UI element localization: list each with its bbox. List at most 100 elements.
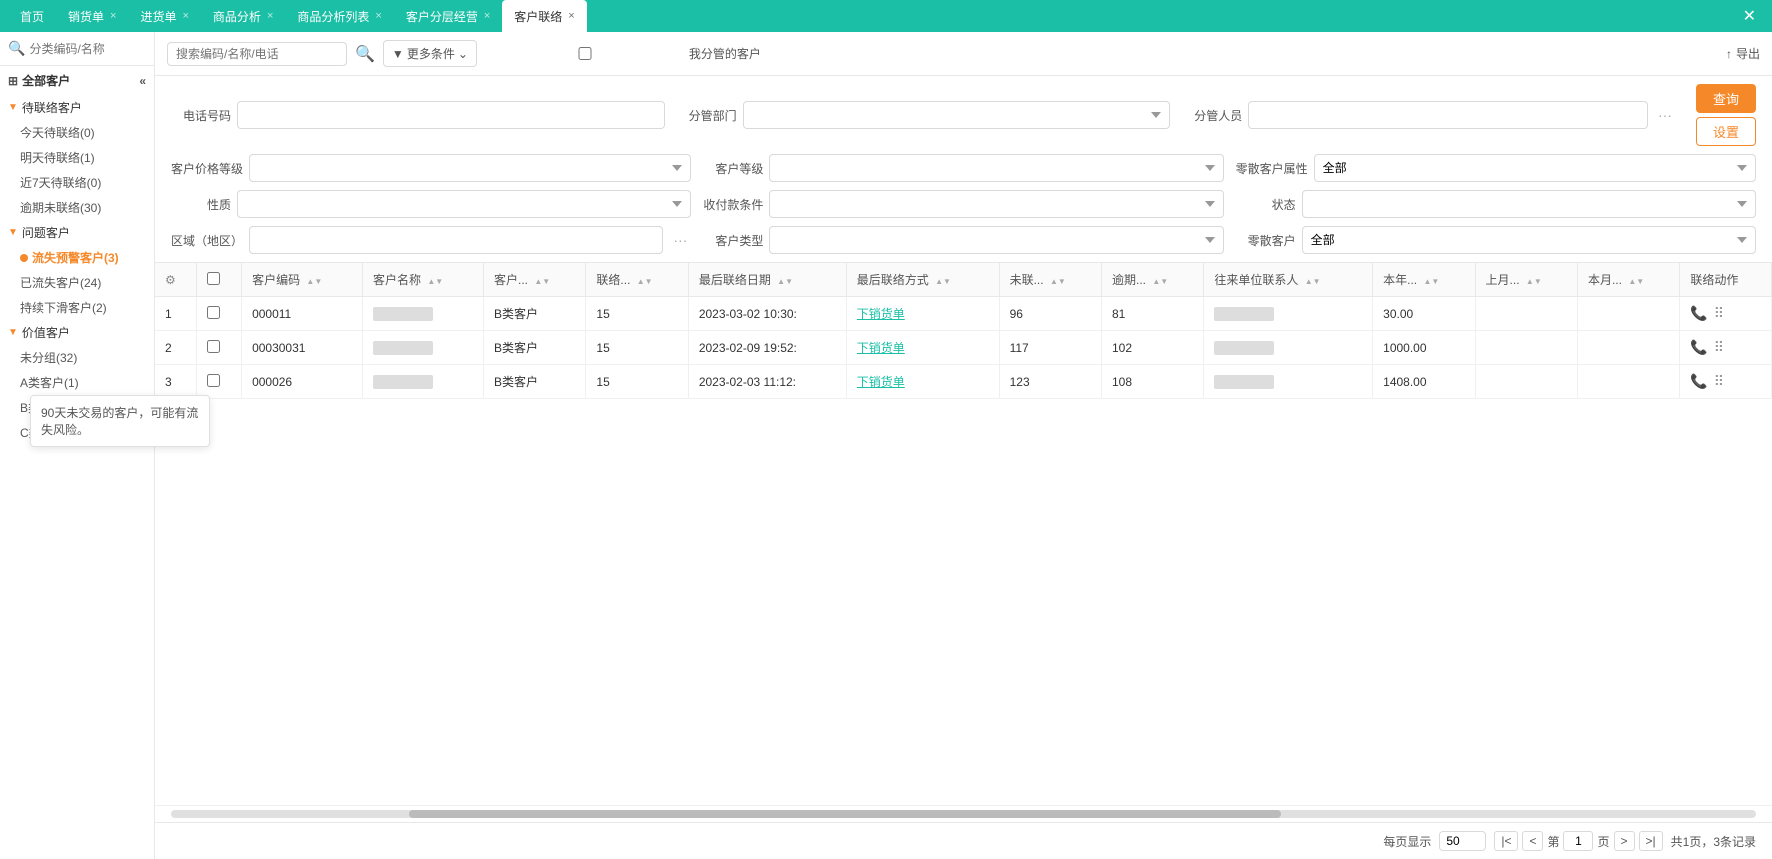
sidebar-group-header-pending[interactable]: ▼ 待联络客户 — [0, 95, 154, 120]
sort-name-icon[interactable]: ▲▼ — [427, 278, 443, 286]
action-phone-icon-2[interactable]: 📞 — [1690, 339, 1707, 356]
sidebar-item-class-a[interactable]: A类客户(1) — [0, 370, 154, 395]
page-prev-button[interactable]: < — [1522, 831, 1543, 851]
close-tab-customer-layer[interactable]: × — [484, 10, 490, 22]
close-tab-analysis[interactable]: × — [267, 10, 273, 22]
sort-this-year-icon[interactable]: ▲▼ — [1424, 278, 1440, 286]
sidebar-group-header-value[interactable]: ▼ 价值客户 — [0, 320, 154, 345]
page-last-button[interactable]: >| — [1639, 831, 1663, 851]
tab-analysis[interactable]: 商品分析 × — [201, 0, 285, 32]
filter-select-status[interactable] — [1302, 190, 1756, 218]
sort-method-icon[interactable]: ▲▼ — [935, 278, 951, 286]
sort-not-contacted-icon[interactable]: ▲▼ — [1050, 278, 1066, 286]
col-type: 客户... ▲▼ — [484, 263, 586, 297]
cell-method-1[interactable]: 下销货单 — [846, 297, 999, 331]
page-next-button[interactable]: > — [1614, 831, 1635, 851]
cell-checkbox-1[interactable] — [196, 297, 241, 331]
cell-overdue-2: 102 — [1102, 331, 1204, 365]
cell-last-month-1 — [1475, 297, 1577, 331]
filter-input-region[interactable] — [249, 226, 663, 254]
link-method-3[interactable]: 下销货单 — [857, 375, 905, 389]
sidebar-item-ungroup[interactable]: 未分组(32) — [0, 345, 154, 370]
filter-select-dept[interactable] — [743, 101, 1171, 129]
tab-home[interactable]: 首页 — [8, 0, 56, 32]
filter-select-retail-customer[interactable]: 全部 — [1302, 226, 1756, 254]
close-tab-purchase[interactable]: × — [182, 10, 188, 22]
filter-select-customer-level[interactable] — [769, 154, 1223, 182]
sort-last-month-icon[interactable]: ▲▼ — [1526, 278, 1542, 286]
sidebar-item-week-contact[interactable]: 近7天待联络(0) — [0, 170, 154, 195]
filter-search-button[interactable]: 🔍 — [355, 44, 375, 64]
filter-input-person[interactable] — [1248, 101, 1648, 129]
sidebar-group-header-problem[interactable]: ▼ 问题客户 — [0, 220, 154, 245]
sidebar-item-overdue-contact[interactable]: 逾期未联络(30) — [0, 195, 154, 220]
more-conditions-button[interactable]: ▼ 更多条件 ⌄ — [383, 40, 477, 67]
row-checkbox-3[interactable] — [207, 374, 220, 387]
sidebar-all-customers[interactable]: ⊞ 全部客户 « — [0, 66, 154, 95]
filter-label-status: 状态 — [1236, 196, 1296, 213]
tab-customer-contact[interactable]: 客户联络 × — [502, 0, 586, 32]
select-all-checkbox[interactable] — [207, 272, 220, 285]
row-checkbox-2[interactable] — [207, 340, 220, 353]
export-button[interactable]: ↑ 导出 — [1726, 45, 1760, 62]
cell-method-2[interactable]: 下销货单 — [846, 331, 999, 365]
action-menu-icon-3[interactable]: ⠿ — [1714, 373, 1724, 390]
action-phone-icon-3[interactable]: 📞 — [1690, 373, 1707, 390]
sort-contact2-icon[interactable]: ▲▼ — [1305, 278, 1321, 286]
page-size-select[interactable]: 50 100 200 — [1439, 831, 1486, 851]
sort-contact-icon[interactable]: ▲▼ — [637, 278, 653, 286]
action-phone-icon-1[interactable]: 📞 — [1690, 305, 1707, 322]
my-customers-checkbox-wrap[interactable]: 我分管的客户 — [485, 45, 761, 62]
filter-select-retail-attr[interactable]: 全部 — [1314, 154, 1756, 182]
action-menu-icon-1[interactable]: ⠿ — [1714, 305, 1724, 322]
close-tab-customer-contact[interactable]: × — [568, 10, 574, 22]
page-number-input[interactable] — [1563, 831, 1593, 851]
sidebar-item-lost-warning[interactable]: 流失预警客户(3) — [0, 245, 154, 270]
page-first-button[interactable]: |< — [1494, 831, 1518, 851]
my-customers-checkbox[interactable] — [485, 47, 685, 60]
sidebar-item-declining[interactable]: 持续下滑客户(2) — [0, 295, 154, 320]
sort-date-icon[interactable]: ▲▼ — [777, 278, 793, 286]
sidebar-item-lost[interactable]: 已流失客户(24) — [0, 270, 154, 295]
sidebar-item-today-contact[interactable]: 今天待联络(0) — [0, 120, 154, 145]
col-this-month: 本月... ▲▼ — [1577, 263, 1679, 297]
cell-method-3[interactable]: 下销货单 — [846, 365, 999, 399]
col-last-date: 最后联络日期 ▲▼ — [688, 263, 846, 297]
sort-this-month-icon[interactable]: ▲▼ — [1628, 278, 1644, 286]
cell-checkbox-2[interactable] — [196, 331, 241, 365]
tab-customer-layer[interactable]: 客户分层经营 × — [394, 0, 502, 32]
settings-col-icon[interactable]: ⚙ — [165, 273, 176, 287]
sort-overdue-icon[interactable]: ▲▼ — [1152, 278, 1168, 286]
window-close-button[interactable]: ✕ — [1735, 6, 1764, 26]
link-method-2[interactable]: 下销货单 — [857, 341, 905, 355]
filter-select-customer-type[interactable] — [769, 226, 1223, 254]
col-checkbox[interactable] — [196, 263, 241, 297]
h-scrollbar[interactable] — [171, 810, 1756, 818]
sidebar-item-tomorrow-contact[interactable]: 明天待联络(1) — [0, 145, 154, 170]
filter-more-person-icon[interactable]: ··· — [1654, 107, 1676, 123]
sort-type-icon[interactable]: ▲▼ — [534, 278, 550, 286]
filter-field-retail-customer: 零散客户 全部 — [1236, 226, 1756, 254]
col-code: 客户编码 ▲▼ — [242, 263, 363, 297]
filter-select-price-level[interactable] — [249, 154, 691, 182]
cell-checkbox-3[interactable] — [196, 365, 241, 399]
row-checkbox-1[interactable] — [207, 306, 220, 319]
close-tab-sales[interactable]: × — [110, 10, 116, 22]
filter-more-region-icon[interactable]: ··· — [669, 232, 691, 248]
filter-select-payment[interactable] — [769, 190, 1223, 218]
col-settings[interactable]: ⚙ — [155, 263, 196, 297]
search-input[interactable] — [167, 42, 347, 66]
filter-select-nature[interactable] — [237, 190, 691, 218]
tab-analysis-list[interactable]: 商品分析列表 × — [285, 0, 393, 32]
link-method-1[interactable]: 下销货单 — [857, 307, 905, 321]
sidebar-search-input[interactable] — [29, 42, 155, 56]
settings-button[interactable]: 设置 — [1696, 117, 1756, 146]
query-button[interactable]: 查询 — [1696, 84, 1756, 113]
tab-sales[interactable]: 销货单 × — [56, 0, 128, 32]
filter-input-phone[interactable] — [237, 101, 665, 129]
action-menu-icon-2[interactable]: ⠿ — [1714, 339, 1724, 356]
sort-code-icon[interactable]: ▲▼ — [306, 278, 322, 286]
close-tab-analysis-list[interactable]: × — [375, 10, 381, 22]
h-scrollbar-thumb[interactable] — [409, 810, 1281, 818]
tab-purchase[interactable]: 进货单 × — [128, 0, 200, 32]
